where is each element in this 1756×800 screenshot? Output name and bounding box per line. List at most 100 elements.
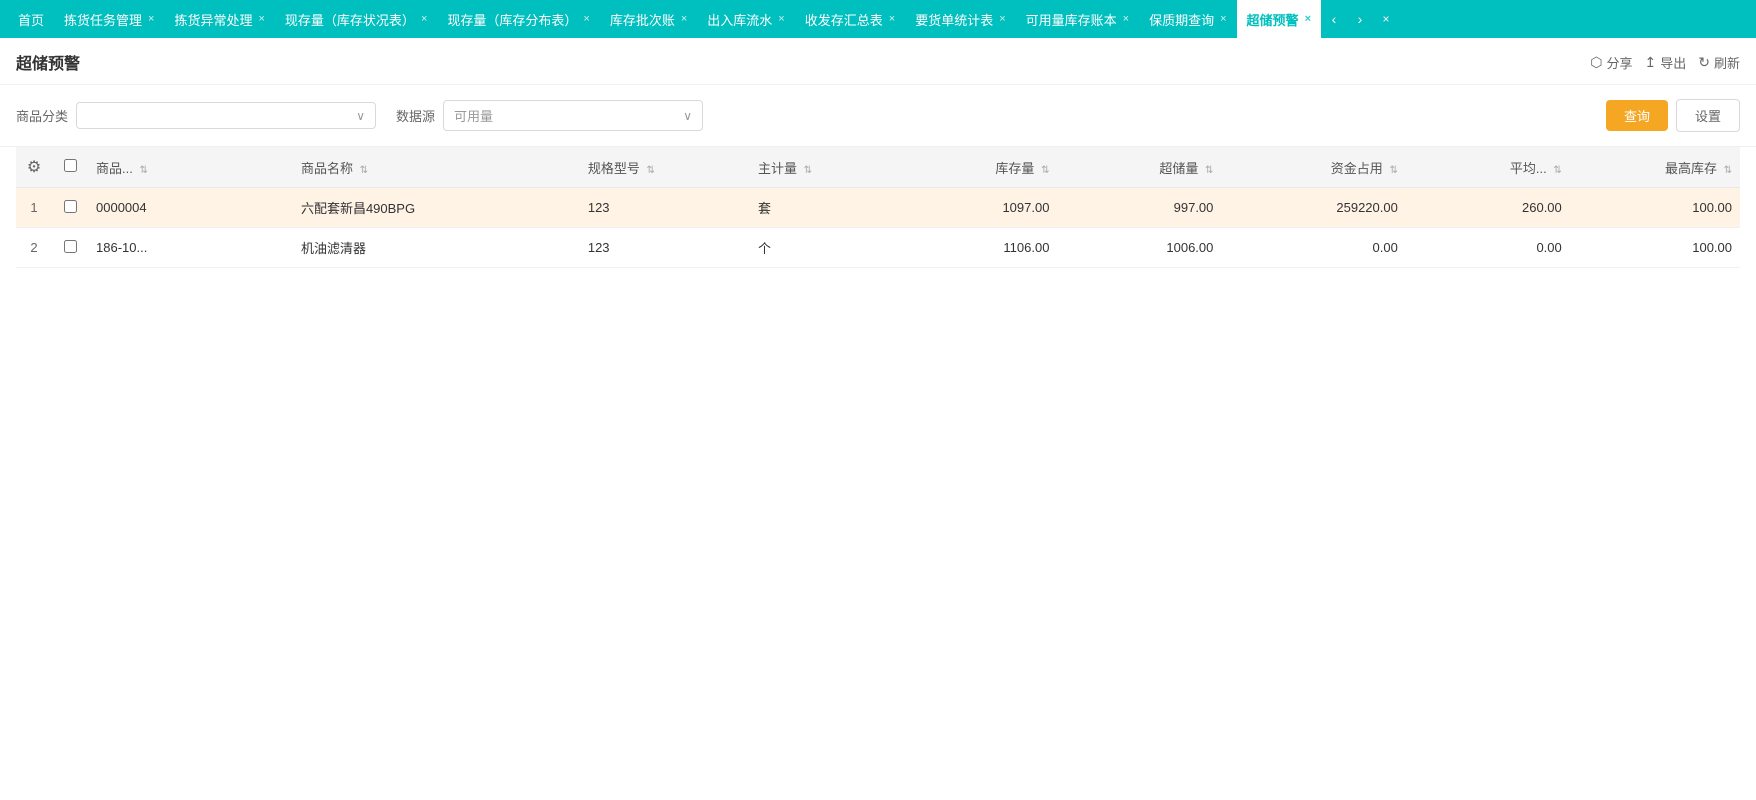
- cell-stock: 1106.00: [894, 228, 1058, 268]
- table-body: 1 0000004 六配套新昌490BPG 123 套 1097.00 997.…: [16, 188, 1740, 268]
- nav-item-1[interactable]: 拣货任务管理 ×: [54, 0, 164, 38]
- refresh-button[interactable]: ↻ 刷新: [1698, 53, 1740, 72]
- datasource-value: 可用量: [454, 106, 493, 125]
- th-overstock[interactable]: 超储量 ⇅: [1057, 147, 1221, 188]
- row-checkbox[interactable]: [64, 240, 77, 253]
- close-icon[interactable]: ×: [778, 13, 784, 25]
- sort-icon: ⇅: [139, 165, 147, 176]
- cell-unit: 个: [750, 228, 894, 268]
- cell-spec: 123: [580, 188, 750, 228]
- export-button[interactable]: ↥ 导出: [1645, 53, 1687, 72]
- chevron-down-icon: ∨: [356, 109, 365, 123]
- sort-icon: ⇅: [360, 165, 368, 176]
- nav-item-9[interactable]: 可用量库存账本 ×: [1016, 0, 1139, 38]
- sort-icon: ⇅: [646, 165, 654, 176]
- sort-icon: ⇅: [804, 165, 812, 176]
- close-icon[interactable]: ×: [681, 13, 687, 25]
- filter-datasource: 数据源 可用量 ∨: [396, 100, 703, 131]
- row-num: 2: [16, 228, 52, 268]
- th-capital[interactable]: 资金占用 ⇅: [1221, 147, 1405, 188]
- select-all-checkbox[interactable]: [64, 159, 77, 172]
- settings-button[interactable]: 设置: [1676, 99, 1740, 132]
- close-icon-active[interactable]: ×: [1305, 13, 1311, 25]
- th-code[interactable]: 商品... ⇅: [88, 147, 293, 188]
- sort-icon: ⇅: [1205, 165, 1213, 176]
- chevron-down-icon: ∨: [683, 109, 692, 123]
- nav-item-4[interactable]: 现存量（库存分布表） ×: [437, 0, 599, 38]
- cell-avg: 0.00: [1406, 228, 1570, 268]
- cell-avg: 260.00: [1406, 188, 1570, 228]
- cell-spec: 123: [580, 228, 750, 268]
- cell-capital: 0.00: [1221, 228, 1405, 268]
- cell-stock: 1097.00: [894, 188, 1058, 228]
- sort-icon: ⇅: [1041, 165, 1049, 176]
- gear-icon[interactable]: ⚙: [27, 159, 41, 176]
- query-button[interactable]: 查询: [1606, 100, 1668, 131]
- cell-overstock: 1006.00: [1057, 228, 1221, 268]
- table-container: ⚙ 商品... ⇅ 商品名称 ⇅ 规格型号 ⇅: [0, 147, 1756, 268]
- cell-unit: 套: [750, 188, 894, 228]
- nav-item-7[interactable]: 收发存汇总表 ×: [795, 0, 905, 38]
- share-button[interactable]: ⬡ 分享: [1590, 53, 1632, 72]
- sort-icon: ⇅: [1724, 165, 1732, 176]
- table-header-row: ⚙ 商品... ⇅ 商品名称 ⇅ 规格型号 ⇅: [16, 147, 1740, 188]
- cell-code: 186-10...: [88, 228, 293, 268]
- category-select[interactable]: ∨: [76, 102, 376, 129]
- datasource-select[interactable]: 可用量 ∨: [443, 100, 703, 131]
- filter-category: 商品分类 ∨: [16, 102, 376, 129]
- row-checkbox-cell: [52, 188, 88, 228]
- nav-item-2[interactable]: 拣货异常处理 ×: [164, 0, 274, 38]
- export-icon: ↥: [1645, 54, 1657, 71]
- nav-item-10[interactable]: 保质期查询 ×: [1139, 0, 1236, 38]
- category-value: [87, 108, 91, 123]
- close-icon[interactable]: ×: [421, 13, 427, 25]
- table-row: 1 0000004 六配套新昌490BPG 123 套 1097.00 997.…: [16, 188, 1740, 228]
- nav-item-home[interactable]: 首页: [8, 0, 54, 38]
- cell-name: 机油滤清器: [293, 228, 580, 268]
- nav-item-active[interactable]: 超储预警 ×: [1237, 0, 1321, 38]
- filter-area: 商品分类 ∨ 数据源 可用量 ∨ 查询 设置: [0, 85, 1756, 147]
- datasource-label: 数据源: [396, 106, 435, 125]
- close-icon[interactable]: ×: [1220, 13, 1226, 25]
- th-avg[interactable]: 平均... ⇅: [1406, 147, 1570, 188]
- nav-item-5[interactable]: 库存批次账 ×: [600, 0, 697, 38]
- close-icon[interactable]: ×: [889, 13, 895, 25]
- header-actions: ⬡ 分享 ↥ 导出 ↻ 刷新: [1590, 53, 1740, 72]
- nav-prev-arrow[interactable]: ‹: [1321, 0, 1347, 38]
- row-num: 1: [16, 188, 52, 228]
- category-label: 商品分类: [16, 106, 68, 125]
- cell-name: 六配套新昌490BPG: [293, 188, 580, 228]
- nav-item-8[interactable]: 要货单统计表 ×: [905, 0, 1015, 38]
- close-icon[interactable]: ×: [1123, 13, 1129, 25]
- close-icon[interactable]: ×: [583, 13, 589, 25]
- th-spec[interactable]: 规格型号 ⇅: [580, 147, 750, 188]
- th-stock[interactable]: 库存量 ⇅: [894, 147, 1058, 188]
- cell-capital: 259220.00: [1221, 188, 1405, 228]
- th-maxstock[interactable]: 最高库存 ⇅: [1570, 147, 1740, 188]
- close-icon[interactable]: ×: [258, 13, 264, 25]
- row-checkbox[interactable]: [64, 200, 77, 213]
- sort-icon: ⇅: [1553, 165, 1561, 176]
- close-icon[interactable]: ×: [999, 13, 1005, 25]
- cell-maxstock: 100.00: [1570, 188, 1740, 228]
- cell-overstock: 997.00: [1057, 188, 1221, 228]
- share-icon: ⬡: [1590, 54, 1602, 71]
- table-row: 2 186-10... 机油滤清器 123 个 1106.00 1006.00 …: [16, 228, 1740, 268]
- refresh-icon: ↻: [1698, 54, 1710, 71]
- nav-close-arrow[interactable]: ×: [1373, 0, 1399, 38]
- cell-maxstock: 100.00: [1570, 228, 1740, 268]
- nav-item-6[interactable]: 出入库流水 ×: [697, 0, 794, 38]
- page-title: 超储预警: [16, 50, 80, 74]
- nav-item-3[interactable]: 现存量（库存状况表） ×: [275, 0, 437, 38]
- th-settings: ⚙: [16, 147, 52, 188]
- th-checkbox: [52, 147, 88, 188]
- sort-icon: ⇅: [1389, 165, 1397, 176]
- nav-next-arrow[interactable]: ›: [1347, 0, 1373, 38]
- th-unit[interactable]: 主计量 ⇅: [750, 147, 894, 188]
- row-checkbox-cell: [52, 228, 88, 268]
- filter-actions: 查询 设置: [1606, 99, 1740, 132]
- data-table: ⚙ 商品... ⇅ 商品名称 ⇅ 规格型号 ⇅: [16, 147, 1740, 268]
- th-name[interactable]: 商品名称 ⇅: [293, 147, 580, 188]
- page-container: 超储预警 ⬡ 分享 ↥ 导出 ↻ 刷新 商品分类 ∨ 数据源: [0, 38, 1756, 800]
- close-icon[interactable]: ×: [148, 13, 154, 25]
